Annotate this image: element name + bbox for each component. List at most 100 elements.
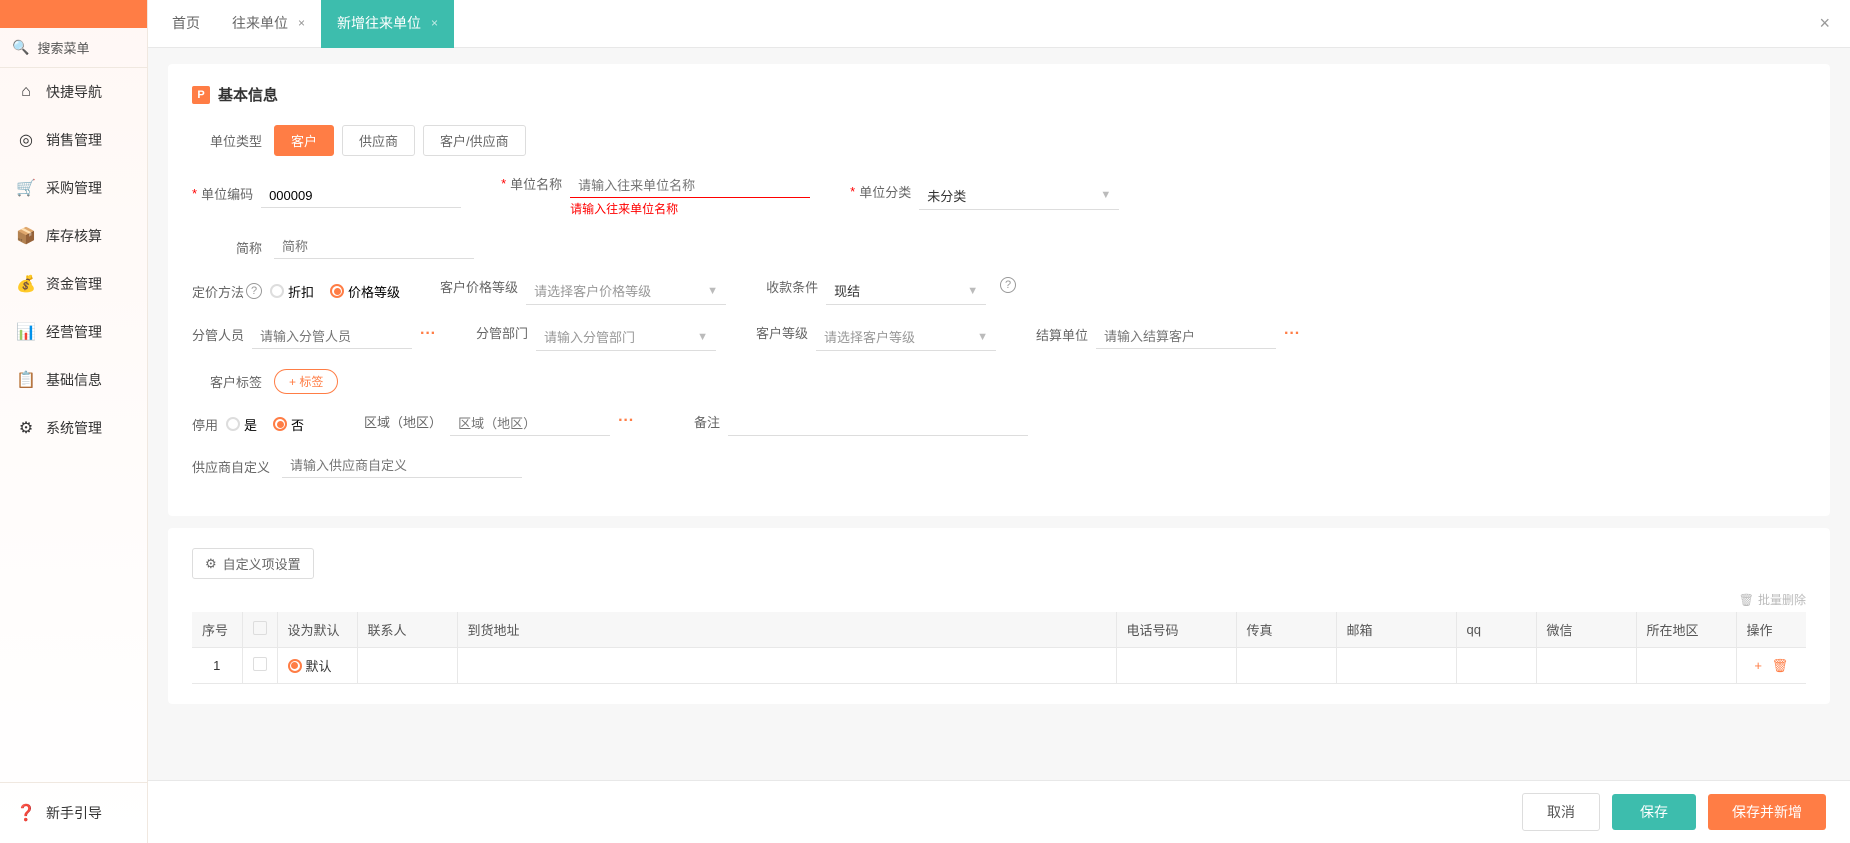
- cell-area[interactable]: [1636, 648, 1736, 684]
- payment-select[interactable]: 现结 ▼: [826, 277, 986, 305]
- pricing-price-level-label: 价格等级: [348, 282, 400, 301]
- cell-qq[interactable]: [1456, 648, 1536, 684]
- sidebar-item-quick-nav[interactable]: ⌂ 快捷导航: [0, 68, 147, 116]
- unit-category-label: * 单位分类: [850, 182, 911, 201]
- region-field: 区域（地区） ···: [364, 412, 634, 436]
- col-action: 操作: [1736, 612, 1806, 648]
- customer-price-select[interactable]: 请选择客户价格等级 ▼: [526, 277, 726, 305]
- sales-icon: ◎: [16, 130, 36, 150]
- abbr-label: 简称: [192, 238, 262, 257]
- unit-code-input[interactable]: [261, 184, 461, 208]
- manager-input[interactable]: [252, 325, 412, 349]
- tab-new-partner-close[interactable]: ×: [431, 16, 438, 30]
- customize-btn[interactable]: ⚙ 自定义项设置: [192, 548, 314, 579]
- cell-checkbox: [242, 648, 277, 684]
- customer-level-field: 客户等级 请选择客户等级 ▼: [756, 323, 996, 351]
- pricing-price-level[interactable]: 价格等级: [330, 282, 400, 301]
- tab-bar: 首页 往来单位 × 新增往来单位 × ×: [148, 0, 1850, 48]
- remark-label: 备注: [694, 412, 720, 431]
- unit-btn-customer[interactable]: 客户: [274, 125, 334, 156]
- unit-name-field: * 单位名称 请输入往来单位名称: [501, 174, 810, 217]
- manager-ellipsis[interactable]: ···: [420, 325, 436, 343]
- sidebar-item-label: 新手引导: [46, 803, 102, 823]
- basic-info-section: P 基本信息 单位类型 客户 供应商 客户/供应商 * 单位编码: [168, 64, 1830, 516]
- cancel-button[interactable]: 取消: [1522, 793, 1600, 831]
- tab-home[interactable]: 首页: [156, 0, 216, 48]
- customer-level-placeholder: 请选择客户等级: [824, 327, 915, 346]
- tab-partner[interactable]: 往来单位 ×: [216, 0, 321, 48]
- tab-partner-close[interactable]: ×: [298, 16, 305, 30]
- unit-btn-both[interactable]: 客户/供应商: [423, 125, 526, 156]
- row-add-btn[interactable]: +: [1754, 658, 1762, 673]
- region-input[interactable]: [450, 412, 610, 436]
- sidebar-item-basics[interactable]: 📋 基础信息: [0, 356, 147, 404]
- chevron-down-icon3: ▼: [967, 285, 978, 297]
- disabled-no-label: 否: [291, 415, 304, 434]
- cell-phone[interactable]: [1116, 648, 1236, 684]
- sidebar-item-sales[interactable]: ◎ 销售管理: [0, 116, 147, 164]
- chevron-down-icon2: ▼: [707, 285, 718, 297]
- sidebar-item-label: 采购管理: [46, 178, 102, 198]
- sidebar-item-operations[interactable]: 📊 经营管理: [0, 308, 147, 356]
- window-close-button[interactable]: ×: [1807, 13, 1842, 34]
- cell-contact[interactable]: [357, 648, 457, 684]
- cell-address[interactable]: [457, 648, 1116, 684]
- payment-label: 收款条件: [766, 277, 818, 296]
- table-header-checkbox[interactable]: [253, 621, 267, 635]
- radio-yes-circle: [226, 417, 240, 431]
- payment-help-icon[interactable]: ?: [1000, 277, 1016, 293]
- sidebar-item-newbie[interactable]: ❓ 新手引导: [0, 793, 147, 833]
- disabled-yes[interactable]: 是: [226, 415, 257, 434]
- tab-new-partner-label: 新增往来单位: [337, 13, 421, 33]
- sidebar-item-purchase[interactable]: 🛒 采购管理: [0, 164, 147, 212]
- tab-new-partner[interactable]: 新增往来单位 ×: [321, 0, 454, 48]
- save-new-button[interactable]: 保存并新增: [1708, 794, 1826, 830]
- sidebar-item-finance[interactable]: 💰 资金管理: [0, 260, 147, 308]
- default-radio[interactable]: 默认: [288, 656, 347, 675]
- cell-default: 默认: [277, 648, 357, 684]
- supplier-custom-input[interactable]: [282, 454, 522, 478]
- pricing-help-icon[interactable]: ?: [246, 283, 262, 299]
- sidebar-item-system[interactable]: ⚙ 系统管理: [0, 404, 147, 452]
- home-icon: ⌂: [16, 82, 36, 102]
- sidebar-item-label: 销售管理: [46, 130, 102, 150]
- abbr-row: 简称: [192, 235, 1806, 259]
- bottom-bar: 取消 保存 保存并新增: [148, 780, 1850, 843]
- add-tag-button[interactable]: + 标签: [274, 369, 338, 394]
- department-select[interactable]: 请输入分管部门 ▼: [536, 323, 716, 351]
- pricing-discount[interactable]: 折扣: [270, 282, 314, 301]
- row-delete-btn[interactable]: 🗑: [1772, 658, 1789, 673]
- purchase-icon: 🛒: [16, 178, 36, 198]
- cell-email[interactable]: [1336, 648, 1456, 684]
- settlement-input[interactable]: [1096, 325, 1276, 349]
- unit-name-input[interactable]: [570, 174, 810, 198]
- col-checkbox: [242, 612, 277, 648]
- batch-delete-label[interactable]: 批量删除: [1758, 591, 1806, 608]
- department-placeholder: 请输入分管部门: [544, 327, 635, 346]
- save-button[interactable]: 保存: [1612, 794, 1696, 830]
- sidebar-bottom: ❓ 新手引导: [0, 782, 147, 843]
- disabled-label: 停用: [192, 415, 218, 434]
- cell-wechat[interactable]: [1536, 648, 1636, 684]
- unit-btn-supplier[interactable]: 供应商: [342, 125, 415, 156]
- operations-icon: 📊: [16, 322, 36, 342]
- table-section: ⚙ 自定义项设置 🗑 批量删除 序号 设为默认 联系人 到货地址: [168, 528, 1830, 704]
- sidebar-item-inventory[interactable]: 📦 库存核算: [0, 212, 147, 260]
- cell-fax[interactable]: [1236, 648, 1336, 684]
- region-ellipsis[interactable]: ···: [618, 412, 634, 430]
- customer-level-label: 客户等级: [756, 323, 808, 342]
- row-checkbox[interactable]: [253, 657, 267, 671]
- settlement-label: 结算单位: [1036, 325, 1088, 344]
- supplier-custom-label: 供应商自定义: [192, 457, 270, 476]
- sidebar-search[interactable]: 🔍 搜索菜单: [0, 28, 147, 68]
- remark-input[interactable]: [728, 412, 1028, 436]
- disabled-no[interactable]: 否: [273, 415, 304, 434]
- manager-row: 分管人员 ··· 分管部门 请输入分管部门 ▼ 客户等级 请选择客户等级 ▼: [192, 323, 1806, 351]
- unit-category-select[interactable]: 未分类 ▼: [919, 182, 1119, 210]
- abbr-input[interactable]: [274, 235, 474, 259]
- customer-level-select[interactable]: 请选择客户等级 ▼: [816, 323, 996, 351]
- col-area: 所在地区: [1636, 612, 1736, 648]
- settlement-ellipsis[interactable]: ···: [1284, 325, 1300, 343]
- disabled-radio-group: 是 否: [226, 415, 304, 434]
- sidebar-item-label: 基础信息: [46, 370, 102, 390]
